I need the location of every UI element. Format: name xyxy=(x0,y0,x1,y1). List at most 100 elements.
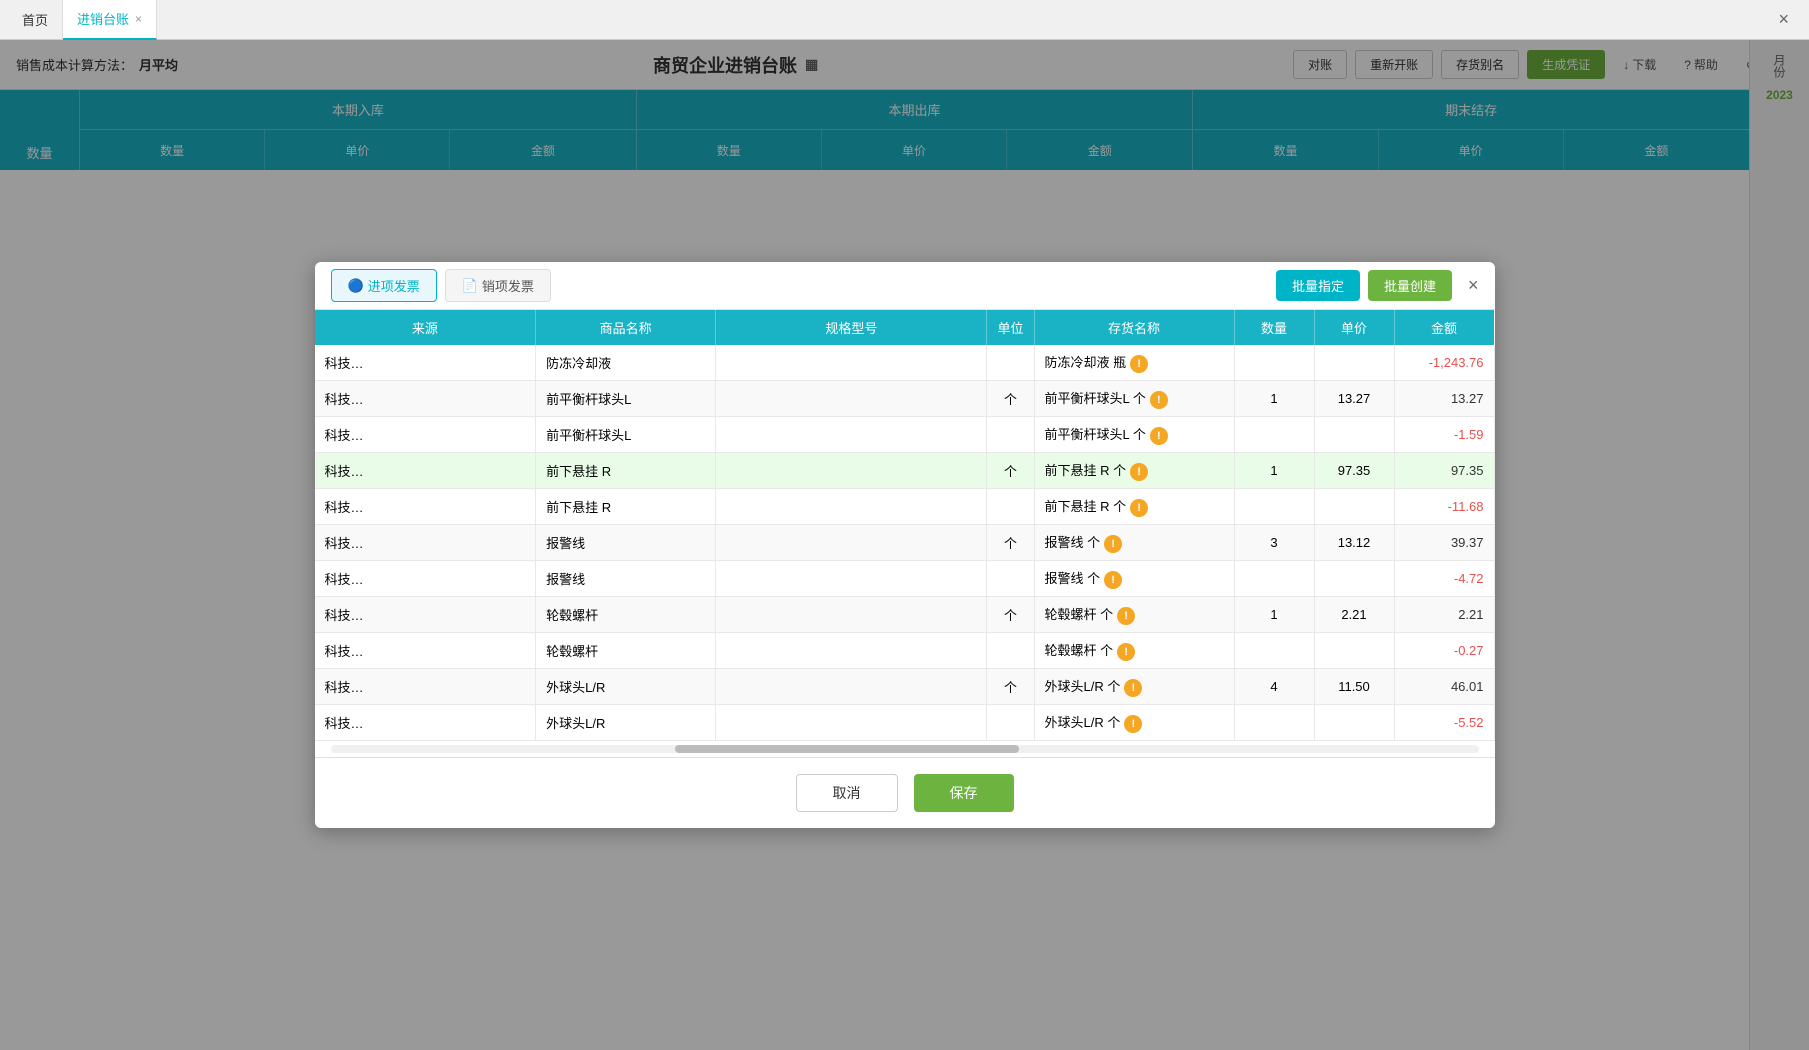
table-row[interactable]: 科技… 前平衡杆球头L 个 前平衡杆球头L 个! 1 13.27 13.27 xyxy=(315,381,1495,417)
cell-product-name: 前下悬挂 R xyxy=(536,489,716,525)
cell-spec xyxy=(716,345,987,381)
cell-spec xyxy=(716,381,987,417)
cell-inventory-name: 报警线 个! xyxy=(1034,525,1234,561)
table-row[interactable]: 科技… 轮毂螺杆 个 轮毂螺杆 个! 1 2.21 2.21 xyxy=(315,597,1495,633)
cell-unit: 个 xyxy=(987,453,1034,489)
cell-unit-price xyxy=(1314,633,1394,669)
cell-amount: -11.68 xyxy=(1394,489,1494,525)
warning-icon: ! xyxy=(1130,463,1148,481)
cell-qty xyxy=(1234,417,1314,453)
cell-amount: 39.37 xyxy=(1394,525,1494,561)
table-row[interactable]: 科技… 防冻冷却液 防冻冷却液 瓶! -1,243.76 xyxy=(315,345,1495,381)
batch-assign-button[interactable]: 批量指定 xyxy=(1276,270,1360,301)
cell-inventory-name: 前下悬挂 R 个! xyxy=(1034,489,1234,525)
invoice-table: 来源 商品名称 规格型号 单位 存货名称 数量 单价 金额 科技… 防冻冷却液 xyxy=(315,310,1495,741)
cell-qty: 1 xyxy=(1234,381,1314,417)
cell-spec xyxy=(716,597,987,633)
cell-product-name: 轮毂螺杆 xyxy=(536,597,716,633)
table-row[interactable]: 科技… 轮毂螺杆 轮毂螺杆 个! -0.27 xyxy=(315,633,1495,669)
col-source: 来源 xyxy=(315,310,536,345)
table-row[interactable]: 科技… 报警线 个 报警线 个! 3 13.12 39.37 xyxy=(315,525,1495,561)
cell-source: 科技… xyxy=(315,453,536,489)
cell-unit-price xyxy=(1314,417,1394,453)
tab-bar: 首页 进销台账 × × xyxy=(0,0,1809,40)
cell-unit-price: 97.35 xyxy=(1314,453,1394,489)
window-close-button[interactable]: × xyxy=(1766,9,1801,30)
cell-unit: 个 xyxy=(987,381,1034,417)
cell-product-name: 报警线 xyxy=(536,561,716,597)
modal-close-button[interactable]: × xyxy=(1468,275,1479,296)
cell-qty xyxy=(1234,705,1314,741)
cell-inventory-name: 报警线 个! xyxy=(1034,561,1234,597)
cell-qty: 4 xyxy=(1234,669,1314,705)
cell-inventory-name: 前平衡杆球头L 个! xyxy=(1034,381,1234,417)
warning-icon: ! xyxy=(1124,679,1142,697)
cell-unit: 个 xyxy=(987,669,1034,705)
modal-table-wrap[interactable]: 来源 商品名称 规格型号 单位 存货名称 数量 单价 金额 科技… 防冻冷却液 xyxy=(315,310,1495,741)
cell-product-name: 防冻冷却液 xyxy=(536,345,716,381)
modal-footer: 取消 保存 xyxy=(315,757,1495,828)
cell-qty xyxy=(1234,489,1314,525)
tab-sales-invoice[interactable]: 📄 销项发票 xyxy=(445,269,551,302)
horizontal-scrollbar[interactable] xyxy=(331,745,1479,753)
cell-unit-price xyxy=(1314,489,1394,525)
cell-product-name: 前平衡杆球头L xyxy=(536,381,716,417)
cell-spec xyxy=(716,453,987,489)
table-header-row: 来源 商品名称 规格型号 单位 存货名称 数量 单价 金额 xyxy=(315,310,1495,345)
cell-spec xyxy=(716,525,987,561)
cell-qty xyxy=(1234,633,1314,669)
tab-purchase-invoice[interactable]: 🔵 进项发票 xyxy=(331,269,437,302)
cell-inventory-name: 外球头L/R 个! xyxy=(1034,669,1234,705)
col-amount: 金额 xyxy=(1394,310,1494,345)
col-unit-price: 单价 xyxy=(1314,310,1394,345)
table-row[interactable]: 科技… 前下悬挂 R 前下悬挂 R 个! -11.68 xyxy=(315,489,1495,525)
cell-qty: 1 xyxy=(1234,453,1314,489)
save-button[interactable]: 保存 xyxy=(914,774,1014,812)
modal-header-actions: 批量指定 批量创建 × xyxy=(1276,270,1479,301)
cell-unit xyxy=(987,489,1034,525)
cell-inventory-name: 外球头L/R 个! xyxy=(1034,705,1234,741)
tab-close-ledger[interactable]: × xyxy=(135,12,142,26)
cell-product-name: 外球头L/R xyxy=(536,705,716,741)
table-row[interactable]: 科技… 外球头L/R 外球头L/R 个! -5.52 xyxy=(315,705,1495,741)
cell-product-name: 轮毂螺杆 xyxy=(536,633,716,669)
col-spec: 规格型号 xyxy=(716,310,987,345)
warning-icon: ! xyxy=(1150,427,1168,445)
cell-qty xyxy=(1234,345,1314,381)
warning-icon: ! xyxy=(1124,715,1142,733)
cell-unit-price xyxy=(1314,561,1394,597)
cell-product-name: 外球头L/R xyxy=(536,669,716,705)
cell-source: 科技… xyxy=(315,381,536,417)
cancel-button[interactable]: 取消 xyxy=(796,774,898,812)
cell-unit xyxy=(987,345,1034,381)
cell-inventory-name: 轮毂螺杆 个! xyxy=(1034,597,1234,633)
cell-product-name: 前平衡杆球头L xyxy=(536,417,716,453)
cell-source: 科技… xyxy=(315,633,536,669)
cell-qty xyxy=(1234,561,1314,597)
cell-amount: 2.21 xyxy=(1394,597,1494,633)
cell-unit-price xyxy=(1314,345,1394,381)
table-row[interactable]: 科技… 外球头L/R 个 外球头L/R 个! 4 11.50 46.01 xyxy=(315,669,1495,705)
table-row[interactable]: 科技… 前下悬挂 R 个 前下悬挂 R 个! 1 97.35 97.35 xyxy=(315,453,1495,489)
modal-header: 🔵 进项发票 📄 销项发票 批量指定 批量创建 × xyxy=(315,262,1495,310)
tab-ledger[interactable]: 进销台账 × xyxy=(63,0,157,40)
warning-icon: ! xyxy=(1104,535,1122,553)
cell-amount: 46.01 xyxy=(1394,669,1494,705)
cell-inventory-name: 前下悬挂 R 个! xyxy=(1034,453,1234,489)
cell-spec xyxy=(716,561,987,597)
main-content: 销售成本计算方法： 月平均 商贸企业进销台账 ▦ 对账 重新开账 存货别名 生成… xyxy=(0,40,1809,1050)
warning-icon: ! xyxy=(1150,391,1168,409)
table-row[interactable]: 科技… 报警线 报警线 个! -4.72 xyxy=(315,561,1495,597)
warning-icon: ! xyxy=(1104,571,1122,589)
cell-source: 科技… xyxy=(315,345,536,381)
tab-home[interactable]: 首页 xyxy=(8,0,63,40)
col-unit: 单位 xyxy=(987,310,1034,345)
table-row[interactable]: 科技… 前平衡杆球头L 前平衡杆球头L 个! -1.59 xyxy=(315,417,1495,453)
cell-amount: 97.35 xyxy=(1394,453,1494,489)
batch-create-button[interactable]: 批量创建 xyxy=(1368,270,1452,301)
cell-inventory-name: 轮毂螺杆 个! xyxy=(1034,633,1234,669)
cell-inventory-name: 防冻冷却液 瓶! xyxy=(1034,345,1234,381)
cell-amount: -1,243.76 xyxy=(1394,345,1494,381)
cell-amount: -5.52 xyxy=(1394,705,1494,741)
cell-qty: 1 xyxy=(1234,597,1314,633)
